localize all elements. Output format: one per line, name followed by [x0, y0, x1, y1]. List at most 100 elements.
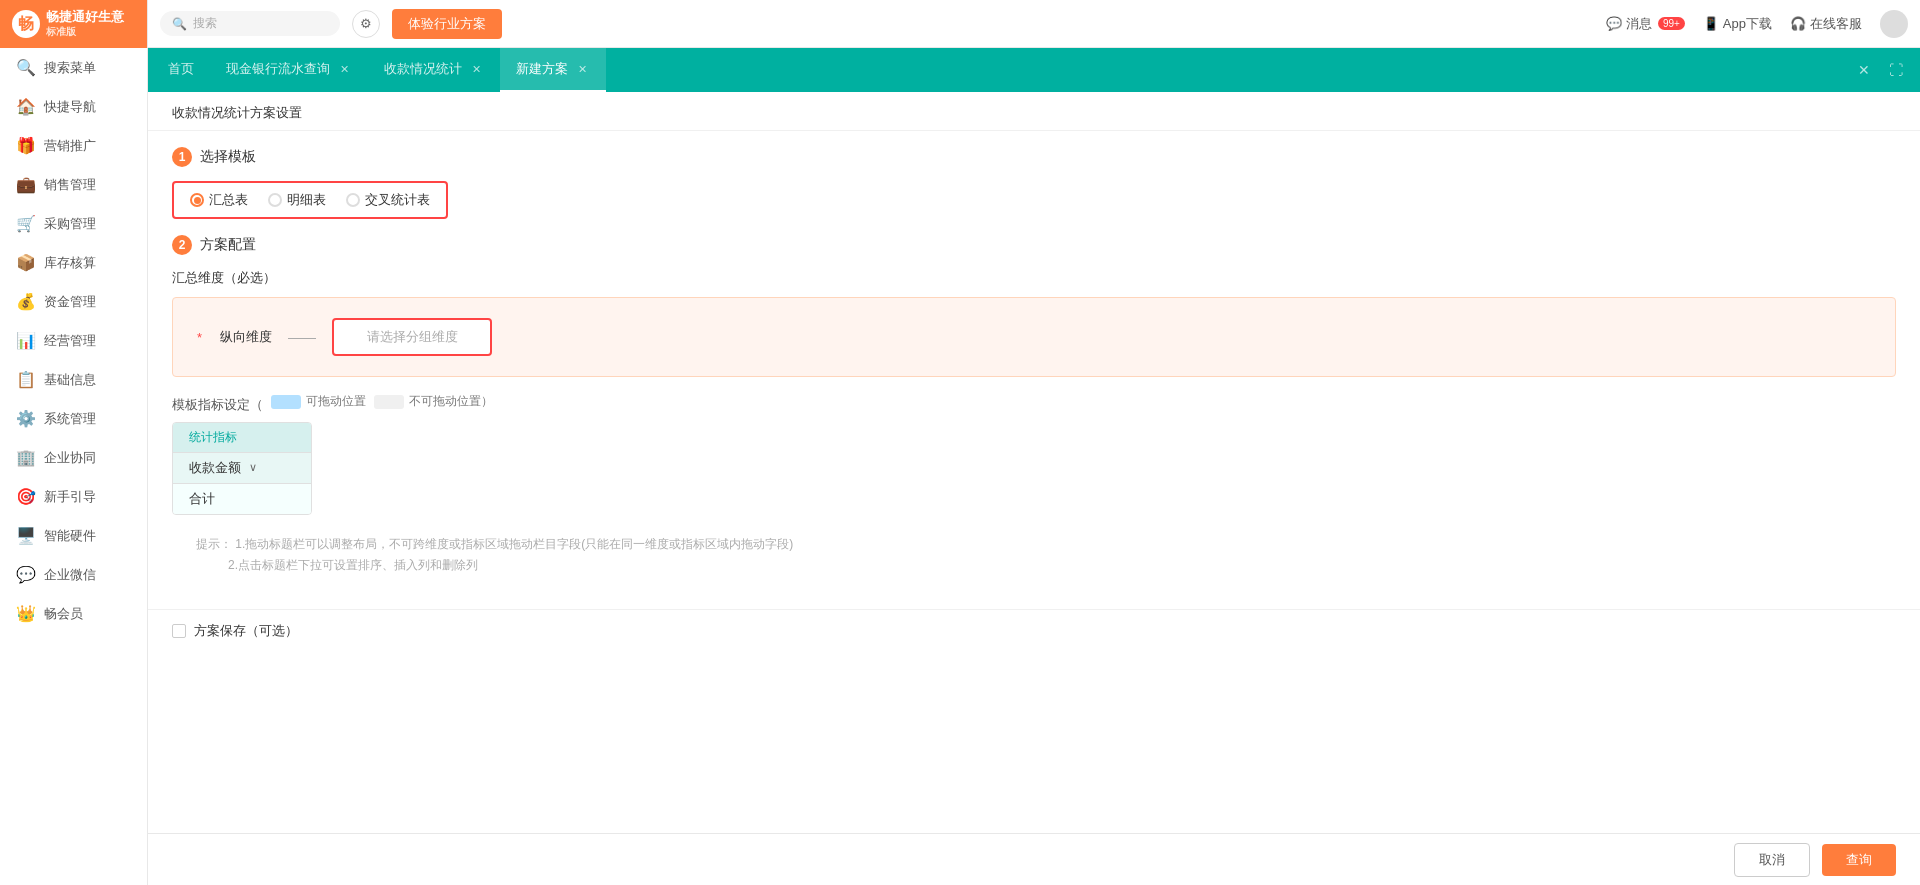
tab-new-plan-close[interactable]: ✕: [574, 61, 590, 77]
settings-button[interactable]: ⚙: [352, 10, 380, 38]
save-area: 方案保存（可选）: [148, 609, 1920, 652]
tab-new-plan-label: 新建方案: [516, 60, 568, 78]
hint-line-1: 提示： 1.拖动标题栏可以调整布局，不可跨维度或指标区域拖动栏目字段(只能在同一…: [196, 534, 1872, 556]
indicator-dropdown-icon[interactable]: ∨: [249, 461, 257, 474]
indicator-sum-row: 合计: [173, 483, 311, 514]
sidebar-item-label: 新手引导: [44, 488, 96, 506]
download-icon: 📱: [1703, 16, 1719, 31]
tab-collection-stats-label: 收款情况统计: [384, 60, 462, 78]
guide-icon: 🎯: [16, 487, 36, 506]
page-title: 收款情况统计方案设置: [172, 105, 302, 120]
radio-cross-label: 交叉统计表: [365, 191, 430, 209]
sidebar-item-operations[interactable]: 📊 经营管理: [0, 321, 147, 360]
sidebar-item-label: 营销推广: [44, 137, 96, 155]
sidebar-item-label: 库存核算: [44, 254, 96, 272]
trial-button[interactable]: 体验行业方案: [392, 9, 502, 39]
tab-collection-stats-close[interactable]: ✕: [468, 61, 484, 77]
tab-collection-stats[interactable]: 收款情况统计 ✕: [368, 48, 500, 92]
footer-bar: 取消 查询: [148, 833, 1920, 885]
sidebar-item-label: 基础信息: [44, 371, 96, 389]
search-placeholder: 搜索: [193, 15, 217, 32]
radio-cross[interactable]: 交叉统计表: [346, 191, 430, 209]
required-mark: *: [197, 330, 202, 345]
dimension-row: * 纵向维度 —— 请选择分组维度: [197, 318, 1871, 356]
dimension-selector[interactable]: 请选择分组维度: [332, 318, 492, 356]
tab-new-plan[interactable]: 新建方案 ✕: [500, 48, 606, 92]
message-badge: 99+: [1658, 17, 1685, 30]
tab-bank-flow-label: 现金银行流水查询: [226, 60, 330, 78]
sidebar-item-funds[interactable]: 💰 资金管理: [0, 282, 147, 321]
indicator-header: 模板指标设定（ 可拖动位置 不可拖动位置）: [172, 393, 1896, 414]
tab-home[interactable]: 首页: [152, 48, 210, 92]
basic-info-icon: 📋: [16, 370, 36, 389]
cancel-button[interactable]: 取消: [1734, 843, 1810, 877]
close-window-button[interactable]: ✕: [1852, 58, 1876, 82]
sidebar-item-purchase[interactable]: 🛒 采购管理: [0, 204, 147, 243]
message-label: 消息: [1626, 15, 1652, 33]
tab-bank-flow[interactable]: 现金银行流水查询 ✕: [210, 48, 368, 92]
sidebar-item-inventory[interactable]: 📦 库存核算: [0, 243, 147, 282]
sidebar-item-search-menu[interactable]: 🔍 搜索菜单: [0, 48, 147, 87]
nodrag-legend-label: 不可拖动位置）: [409, 393, 493, 410]
radio-detail-circle: [268, 193, 282, 207]
hardware-icon: 🖥️: [16, 526, 36, 545]
sidebar-logo: 畅 畅捷通好生意 标准版: [0, 0, 147, 48]
sidebar-item-system[interactable]: ⚙️ 系统管理: [0, 399, 147, 438]
sidebar-item-label: 采购管理: [44, 215, 96, 233]
sidebar-item-label: 畅会员: [44, 605, 83, 623]
service-button[interactable]: 🎧 在线客服: [1790, 15, 1862, 33]
marketing-icon: 🎁: [16, 136, 36, 155]
hint-section: 提示： 1.拖动标题栏可以调整布局，不可跨维度或指标区域拖动栏目字段(只能在同一…: [172, 518, 1896, 593]
radio-summary-label: 汇总表: [209, 191, 248, 209]
logo-sub: 标准版: [46, 25, 124, 39]
sidebar-item-member[interactable]: 👑 畅会员: [0, 594, 147, 633]
sidebar-item-label: 资金管理: [44, 293, 96, 311]
dimension-arrow: ——: [288, 329, 316, 345]
radio-detail[interactable]: 明细表: [268, 191, 326, 209]
sidebar-item-wechat[interactable]: 💬 企业微信: [0, 555, 147, 594]
sidebar-item-hardware[interactable]: 🖥️ 智能硬件: [0, 516, 147, 555]
enterprise-icon: 🏢: [16, 448, 36, 467]
sidebar-item-label: 搜索菜单: [44, 59, 96, 77]
content-area: 收款情况统计方案设置 1 选择模板 汇总表 明细表: [148, 92, 1920, 833]
user-avatar[interactable]: [1880, 10, 1908, 38]
indicator-table-row-amount[interactable]: 收款金额 ∨: [173, 452, 311, 483]
section1-label: 选择模板: [200, 148, 256, 166]
sidebar-item-label: 企业协同: [44, 449, 96, 467]
page-title-bar: 收款情况统计方案设置: [148, 92, 1920, 131]
section1-template: 1 选择模板 汇总表 明细表 交叉统计表: [148, 131, 1920, 235]
save-checkbox[interactable]: [172, 624, 186, 638]
indicator-table: 统计指标 收款金额 ∨ 合计: [172, 422, 312, 515]
sidebar-item-marketing[interactable]: 🎁 营销推广: [0, 126, 147, 165]
sidebar-item-label: 企业微信: [44, 566, 96, 584]
maximize-window-button[interactable]: ⛶: [1884, 58, 1908, 82]
main-area: 🔍 搜索 ⚙ 体验行业方案 💬 消息 99+ 📱 App下载 🎧 在线客服 首页: [148, 0, 1920, 885]
search-menu-icon: 🔍: [16, 58, 36, 77]
dimension-selector-placeholder: 请选择分组维度: [367, 328, 458, 346]
tab-bank-flow-close[interactable]: ✕: [336, 61, 352, 77]
download-button[interactable]: 📱 App下载: [1703, 15, 1772, 33]
draggable-legend-box: [271, 395, 301, 409]
sidebar-item-label: 销售管理: [44, 176, 96, 194]
search-box[interactable]: 🔍 搜索: [160, 11, 340, 36]
dimension-title: 汇总维度（必选）: [172, 269, 1896, 287]
section1-header: 1 选择模板: [172, 147, 1896, 167]
topbar: 🔍 搜索 ⚙ 体验行业方案 💬 消息 99+ 📱 App下载 🎧 在线客服: [148, 0, 1920, 48]
sidebar-item-basic-info[interactable]: 📋 基础信息: [0, 360, 147, 399]
message-button[interactable]: 💬 消息 99+: [1606, 15, 1685, 33]
radio-summary-circle: [190, 193, 204, 207]
radio-summary[interactable]: 汇总表: [190, 191, 248, 209]
operations-icon: 📊: [16, 331, 36, 350]
sidebar-item-quick-nav[interactable]: 🏠 快捷导航: [0, 87, 147, 126]
download-label: App下载: [1723, 15, 1772, 33]
sidebar-item-label: 系统管理: [44, 410, 96, 428]
service-icon: 🎧: [1790, 16, 1806, 31]
query-button[interactable]: 查询: [1822, 844, 1896, 876]
sidebar-item-guide[interactable]: 🎯 新手引导: [0, 477, 147, 516]
content-inner: 收款情况统计方案设置 1 选择模板 汇总表 明细表: [148, 92, 1920, 833]
sidebar-item-label: 经营管理: [44, 332, 96, 350]
inventory-icon: 📦: [16, 253, 36, 272]
sidebar-item-enterprise[interactable]: 🏢 企业协同: [0, 438, 147, 477]
service-label: 在线客服: [1810, 15, 1862, 33]
sidebar-item-sales[interactable]: 💼 销售管理: [0, 165, 147, 204]
